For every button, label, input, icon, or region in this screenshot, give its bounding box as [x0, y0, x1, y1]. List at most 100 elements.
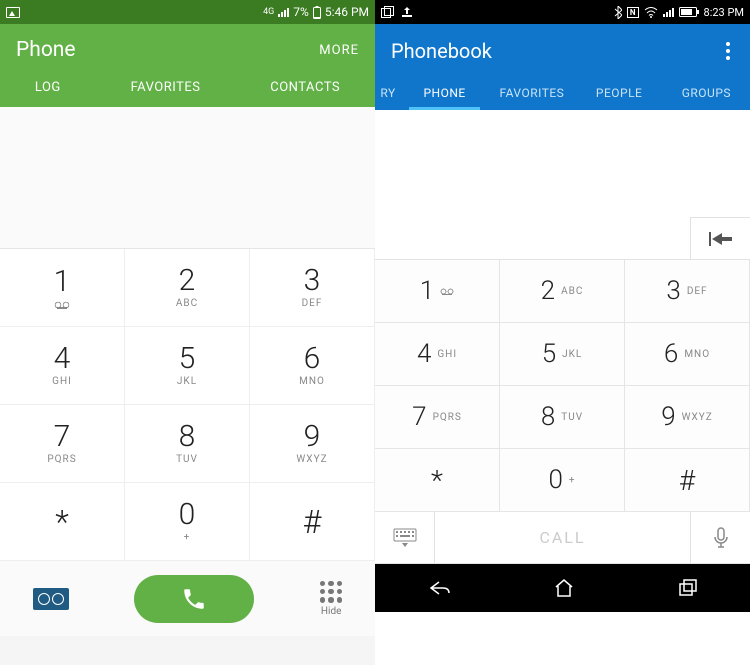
more-button[interactable]: MORE: [319, 43, 359, 58]
digit: 4: [417, 339, 431, 369]
digit: 7: [412, 402, 426, 432]
dial-key-4[interactable]: 4 GHI: [375, 323, 500, 386]
letters: WXYZ: [682, 412, 713, 423]
digit: *: [431, 464, 443, 497]
letters: DEF: [302, 298, 323, 309]
upload-icon: [401, 6, 413, 18]
letters: JKL: [177, 376, 197, 387]
digit: #: [679, 464, 695, 497]
htc-phone-screen: N 8:23 PM Phonebook RYPHONEFAVORITESPEOP…: [375, 0, 750, 665]
tab-ry[interactable]: RY: [375, 78, 401, 110]
number-display: [0, 107, 375, 249]
digit: 9: [304, 422, 321, 452]
dial-key-1[interactable]: 1: [375, 260, 500, 323]
digit: 3: [304, 266, 321, 296]
multiwindow-icon: [381, 6, 395, 18]
dial-key-8[interactable]: 8TUV: [500, 386, 625, 449]
phone-icon: [181, 586, 207, 612]
dialpad-icon: [320, 581, 342, 603]
dial-key-2[interactable]: 2ABC: [125, 249, 250, 327]
image-icon: [6, 7, 20, 18]
digit: 4: [54, 344, 71, 374]
battery-icon: [313, 6, 321, 19]
digit: 0: [548, 465, 562, 495]
dial-key-0[interactable]: 0+: [125, 483, 250, 561]
hide-keypad-button[interactable]: Hide: [320, 581, 342, 617]
letters: DEF: [687, 286, 708, 297]
status-bar: N 8:23 PM: [375, 0, 750, 24]
clock: 8:23 PM: [704, 6, 744, 19]
tab-contacts[interactable]: CONTACTS: [270, 80, 340, 95]
dial-key-7[interactable]: 7PQRS: [375, 386, 500, 449]
backspace-button[interactable]: [690, 217, 750, 259]
tab-log[interactable]: LOG: [35, 80, 61, 95]
dial-key-3[interactable]: 3 DEF: [250, 249, 375, 327]
dial-key-5[interactable]: 5 JKL: [125, 327, 250, 405]
call-button[interactable]: [134, 575, 254, 623]
voice-input-button[interactable]: [690, 512, 750, 563]
hide-label: Hide: [321, 606, 342, 617]
dial-key-9[interactable]: 9WXYZ: [250, 405, 375, 483]
home-button[interactable]: [554, 579, 574, 597]
call-row: CALL: [375, 512, 750, 564]
tab-phone[interactable]: PHONE: [401, 78, 488, 110]
signal-icon: [663, 7, 674, 17]
dial-key-0[interactable]: 0+: [500, 449, 625, 512]
backspace-to-start-icon: [708, 230, 734, 248]
dial-key-6[interactable]: 6MNO: [250, 327, 375, 405]
digit: *: [55, 506, 69, 538]
dial-key-1[interactable]: 1: [0, 249, 125, 327]
dial-key-#[interactable]: #: [625, 449, 750, 512]
samsung-phone-screen: 4G 7% 5:46 PM Phone MORE LOG FAVORITES C…: [0, 0, 375, 665]
voicemail-icon: [54, 301, 70, 309]
digit: 9: [661, 402, 675, 432]
dial-key-7[interactable]: 7PQRS: [0, 405, 125, 483]
number-display: [375, 110, 750, 260]
digit: 6: [664, 339, 678, 369]
dial-key-3[interactable]: 3DEF: [625, 260, 750, 323]
app-header: Phonebook RYPHONEFAVORITESPEOPLEGROUPS: [375, 24, 750, 110]
dial-key-*[interactable]: *: [0, 483, 125, 561]
voicemail-button[interactable]: [33, 588, 69, 610]
tab-bar: RYPHONEFAVORITESPEOPLEGROUPS: [375, 78, 750, 110]
digit: 2: [541, 276, 555, 306]
dial-key-5[interactable]: 5JKL: [500, 323, 625, 386]
digit: 1: [54, 267, 71, 297]
tab-groups[interactable]: GROUPS: [663, 78, 750, 110]
letters: GHI: [437, 349, 457, 360]
clock: 5:46 PM: [325, 5, 369, 19]
dial-key-#[interactable]: #: [250, 483, 375, 561]
hide-keypad-button[interactable]: [375, 512, 435, 563]
dial-key-*[interactable]: *: [375, 449, 500, 512]
app-title: Phone: [16, 38, 76, 62]
dial-keypad: 1 2ABC 3 DEF 4GHI 5 JKL 6MNO 7PQRS8TUV9WXYZ * 0+ #: [0, 249, 375, 561]
dial-key-2[interactable]: 2ABC: [500, 260, 625, 323]
battery-icon: [679, 7, 699, 17]
overflow-menu-button[interactable]: [722, 38, 734, 64]
digit: 5: [542, 339, 556, 369]
tab-people[interactable]: PEOPLE: [576, 78, 663, 110]
status-bar: 4G 7% 5:46 PM: [0, 0, 375, 24]
voicemail-icon: [440, 288, 454, 295]
app-header: Phone MORE LOG FAVORITES CONTACTS: [0, 24, 375, 107]
dial-key-6[interactable]: 6 MNO: [625, 323, 750, 386]
digit: #: [303, 506, 322, 538]
recent-apps-button[interactable]: [678, 579, 698, 597]
letters: +: [569, 475, 576, 486]
letters: MNO: [684, 349, 710, 360]
network-label: 4G: [263, 7, 274, 17]
dial-key-8[interactable]: 8TUV: [125, 405, 250, 483]
tab-favorites[interactable]: FAVORITES: [131, 80, 201, 95]
digit: 8: [179, 422, 196, 452]
microphone-icon: [713, 527, 729, 549]
digit: 5: [179, 344, 196, 374]
back-button[interactable]: [427, 579, 451, 597]
nfc-icon: N: [627, 7, 639, 18]
letters: MNO: [299, 376, 325, 387]
call-button[interactable]: CALL: [435, 512, 690, 563]
tab-favorites[interactable]: FAVORITES: [488, 78, 575, 110]
bluetooth-icon: [614, 6, 622, 19]
dial-key-9[interactable]: 9 WXYZ: [625, 386, 750, 449]
digit: 7: [54, 422, 71, 452]
dial-key-4[interactable]: 4GHI: [0, 327, 125, 405]
